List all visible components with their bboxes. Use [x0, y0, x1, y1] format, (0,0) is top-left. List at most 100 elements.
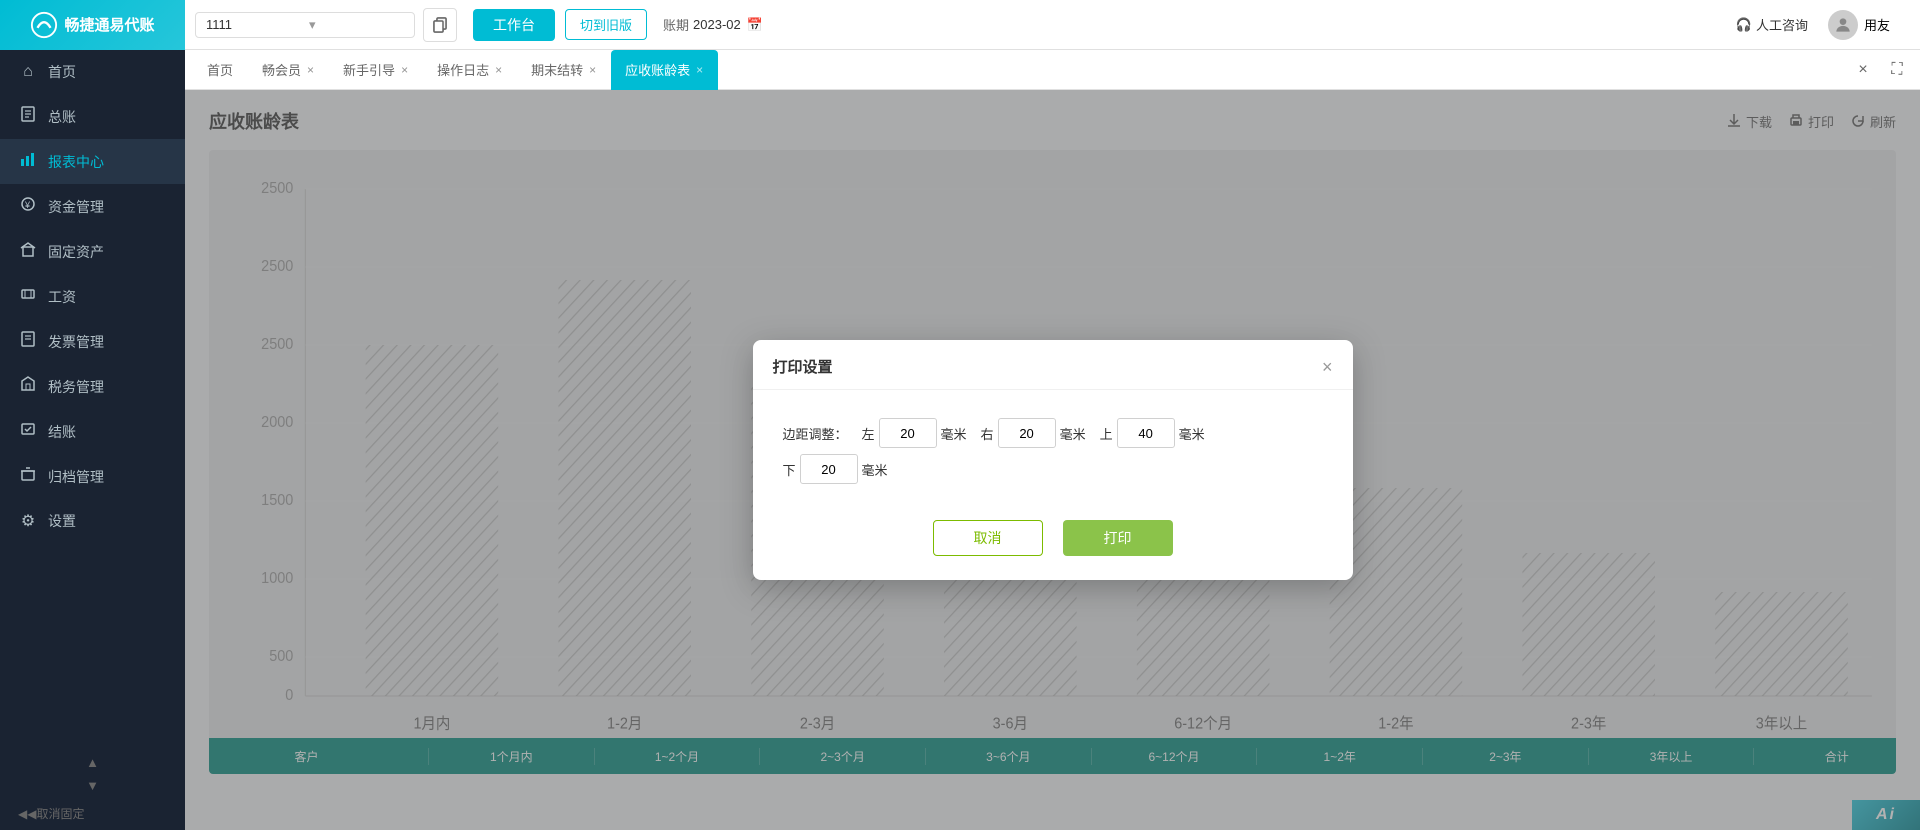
cancel-pin-label: 取消固定 — [36, 805, 84, 822]
tax-icon — [18, 376, 38, 397]
bottom-unit: 毫米 — [862, 460, 888, 479]
sidebar-label-salary: 工资 — [48, 287, 76, 307]
sidebar-item-ledger[interactable]: 总账 — [0, 94, 185, 139]
cancel-button[interactable]: 取消 — [933, 520, 1043, 556]
main-layout: ⌂ 首页 总账 报表中心 ¥ 资金管理 — [0, 50, 1920, 830]
expand-button[interactable]: ⛶ — [1882, 55, 1912, 85]
top-margin-input[interactable] — [1117, 418, 1175, 448]
tab-member[interactable]: 畅会员 × — [248, 50, 329, 90]
copy-button[interactable] — [423, 8, 457, 42]
sidebar-item-tax[interactable]: 税务管理 — [0, 364, 185, 409]
workbench-button[interactable]: 工作台 — [473, 9, 555, 41]
overlay: 打印设置 × 边距调整： 左 毫米 — [185, 90, 1920, 830]
svg-text:¥: ¥ — [24, 200, 31, 210]
period-area: 账期 2023-02 📅 — [663, 15, 763, 34]
sidebar-item-settings[interactable]: ⚙ 设置 — [0, 499, 185, 543]
avatar — [1828, 10, 1858, 40]
support-area[interactable]: 🎧 人工咨询 — [1736, 15, 1808, 34]
period-label: 账期 — [663, 15, 689, 34]
dialog-title: 打印设置 — [773, 356, 833, 377]
scroll-down[interactable]: ▼ — [0, 774, 185, 797]
user-name: 用友 — [1864, 15, 1890, 34]
sidebar-item-home[interactable]: ⌂ 首页 — [0, 50, 185, 94]
user-area[interactable]: 用友 — [1828, 10, 1890, 40]
logo: 畅捷通易代账 — [0, 0, 185, 50]
dialog-body: 边距调整： 左 毫米 右 毫米 — [753, 390, 1353, 504]
home-icon: ⌂ — [18, 63, 38, 81]
tab-aging-close[interactable]: × — [696, 63, 703, 77]
salary-icon — [18, 286, 38, 307]
tab-period-end[interactable]: 期末结转 × — [517, 50, 611, 90]
tab-guide[interactable]: 新手引导 × — [329, 50, 423, 90]
margin-bottom-group: 下 毫米 — [783, 454, 888, 484]
top-label: 上 — [1100, 424, 1113, 443]
tab-period-end-label: 期末结转 — [531, 60, 583, 79]
company-name: 1111 — [206, 17, 301, 32]
calendar-icon[interactable]: 📅 — [747, 17, 763, 33]
sidebar-item-salary[interactable]: 工资 — [0, 274, 185, 319]
tab-aging-label: 应收账龄表 — [625, 60, 690, 79]
top-header: 畅捷通易代账 1111 ▾ 工作台 切到旧版 账期 2023-02 📅 🎧 人工… — [0, 0, 1920, 50]
assets-icon — [18, 241, 38, 262]
sidebar-item-archive[interactable]: 归档管理 — [0, 454, 185, 499]
dialog-header: 打印设置 × — [753, 340, 1353, 390]
print-confirm-button[interactable]: 打印 — [1063, 520, 1173, 556]
cancel-pin-button[interactable]: ◀◀ 取消固定 — [0, 797, 185, 830]
settlement-icon — [18, 421, 38, 442]
content-area: 首页 畅会员 × 新手引导 × 操作日志 × 期末结转 × 应收账龄表 × — [185, 50, 1920, 830]
sidebar-label-home: 首页 — [48, 62, 76, 82]
tab-oplog[interactable]: 操作日志 × — [423, 50, 517, 90]
tab-period-end-close[interactable]: × — [589, 63, 596, 77]
dropdown-arrow-icon: ▾ — [309, 17, 404, 33]
dialog-footer: 取消 打印 — [753, 504, 1353, 580]
tab-member-label: 畅会员 — [262, 60, 301, 79]
header-middle: 1111 ▾ 工作台 切到旧版 账期 2023-02 📅 — [185, 8, 1736, 42]
sidebar-label-reports: 报表中心 — [48, 152, 104, 172]
sidebar-label-tax: 税务管理 — [48, 377, 104, 397]
tab-aging[interactable]: 应收账龄表 × — [611, 50, 718, 90]
right-label: 右 — [981, 424, 994, 443]
funds-icon: ¥ — [18, 196, 38, 217]
close-all-button[interactable]: × — [1848, 55, 1878, 85]
ledger-icon — [18, 106, 38, 127]
right-margin-input[interactable] — [998, 418, 1056, 448]
sidebar-item-invoice[interactable]: 发票管理 — [0, 319, 185, 364]
bottom-margin-input[interactable] — [800, 454, 858, 484]
dialog-close-button[interactable]: × — [1322, 358, 1333, 376]
period-value: 2023-02 — [693, 17, 741, 32]
archive-icon — [18, 466, 38, 487]
tab-guide-label: 新手引导 — [343, 60, 395, 79]
tab-oplog-label: 操作日志 — [437, 60, 489, 79]
sidebar-item-assets[interactable]: 固定资产 — [0, 229, 185, 274]
sidebar-label-invoice: 发票管理 — [48, 332, 104, 352]
margin-label: 边距调整： — [783, 424, 848, 443]
headset-icon: 🎧 — [1736, 17, 1752, 33]
tab-guide-close[interactable]: × — [401, 63, 408, 77]
sidebar: ⌂ 首页 总账 报表中心 ¥ 资金管理 — [0, 50, 185, 830]
bottom-label: 下 — [783, 460, 796, 479]
company-selector[interactable]: 1111 ▾ — [195, 12, 415, 38]
right-unit: 毫米 — [1060, 424, 1086, 443]
print-settings-dialog: 打印设置 × 边距调整： 左 毫米 — [753, 340, 1353, 580]
header-right: 🎧 人工咨询 用友 — [1736, 10, 1910, 40]
margin-right-group: 右 毫米 — [981, 418, 1086, 448]
tab-home-label: 首页 — [207, 60, 233, 79]
app-name: 畅捷通易代账 — [64, 14, 154, 35]
sidebar-label-settings: 设置 — [48, 511, 76, 531]
left-label: 左 — [862, 424, 875, 443]
tab-home[interactable]: 首页 — [193, 50, 248, 90]
pin-icon: ◀◀ — [18, 807, 36, 821]
tab-bar: 首页 畅会员 × 新手引导 × 操作日志 × 期末结转 × 应收账龄表 × — [185, 50, 1920, 90]
support-label: 人工咨询 — [1756, 15, 1808, 34]
sidebar-item-settlement[interactable]: 结账 — [0, 409, 185, 454]
page-content: 应收账龄表 下载 — [185, 90, 1920, 830]
switch-version-button[interactable]: 切到旧版 — [565, 9, 647, 40]
tab-member-close[interactable]: × — [307, 63, 314, 77]
scroll-up[interactable]: ▲ — [0, 751, 185, 774]
sidebar-label-settlement: 结账 — [48, 422, 76, 442]
left-margin-input[interactable] — [879, 418, 937, 448]
sidebar-label-assets: 固定资产 — [48, 242, 104, 262]
tab-oplog-close[interactable]: × — [495, 63, 502, 77]
sidebar-item-reports[interactable]: 报表中心 — [0, 139, 185, 184]
sidebar-item-funds[interactable]: ¥ 资金管理 — [0, 184, 185, 229]
